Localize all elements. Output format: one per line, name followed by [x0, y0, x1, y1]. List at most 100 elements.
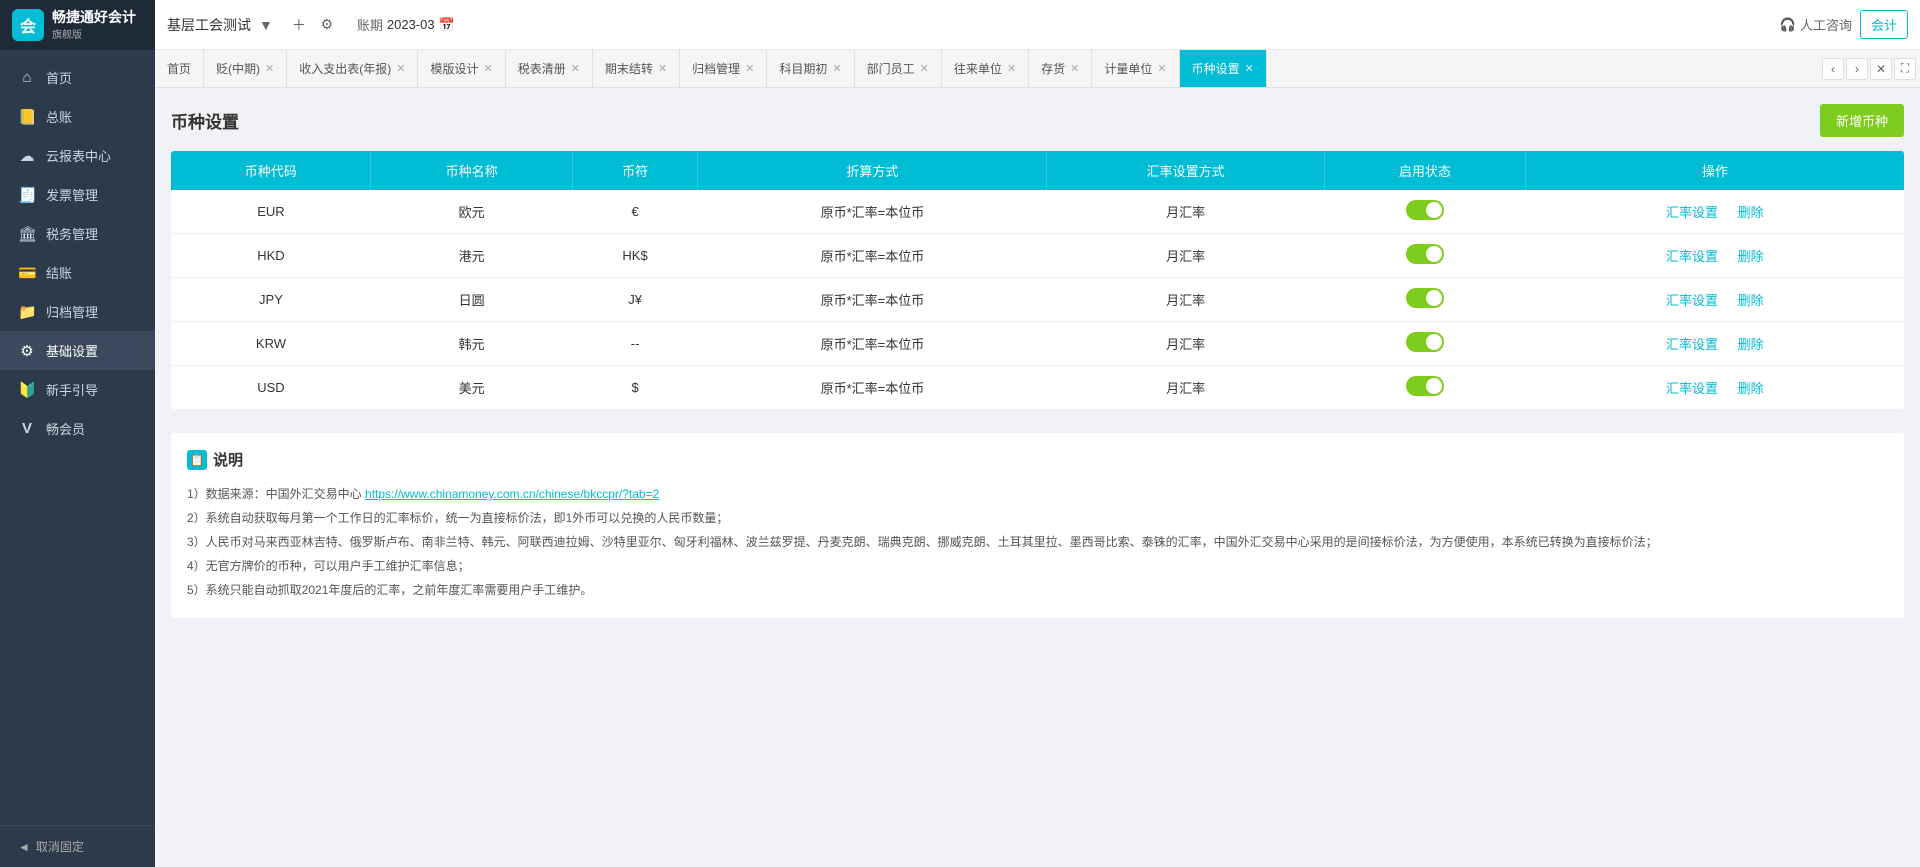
delete-link[interactable]: 删除 — [1738, 293, 1764, 308]
add-project-button[interactable]: ＋ — [287, 13, 311, 37]
notes-item: 4）无官方牌价的币种，可以用户手工维护汇率信息； — [187, 554, 1888, 578]
rate-setting-link[interactable]: 汇率设置 — [1666, 381, 1718, 396]
sidebar-item-invoice[interactable]: 🧾 发票管理 — [0, 175, 155, 214]
guide-icon: 🔰 — [18, 381, 36, 399]
tab-close-icon[interactable]: ✕ — [396, 62, 405, 75]
tab-close-icon[interactable]: ✕ — [265, 62, 274, 75]
status-toggle[interactable] — [1406, 200, 1444, 220]
table-row: KRW 韩元 -- 原币*汇率=本位币 月汇率 汇率设置 删除 — [171, 322, 1904, 366]
notes-item: 2）系统自动获取每月第一个工作日的汇率标价，统一为直接标价法，即1外币可以兑换的… — [187, 506, 1888, 530]
calendar-icon[interactable]: 📅 — [439, 17, 455, 33]
cell-method: 原币*汇率=本位币 — [698, 322, 1047, 366]
rate-setting-link[interactable]: 汇率设置 — [1666, 293, 1718, 308]
rate-setting-link[interactable]: 汇率设置 — [1666, 337, 1718, 352]
cell-rate-method: 月汇率 — [1047, 322, 1324, 366]
tab-close-icon[interactable]: ✕ — [483, 62, 492, 75]
tab-dept[interactable]: 部门员工 ✕ — [855, 50, 942, 87]
toggle-thumb — [1426, 334, 1442, 350]
tab-label: 归档管理 — [692, 60, 740, 77]
cell-name: 欧元 — [371, 190, 572, 234]
tab-close-icon[interactable]: ✕ — [920, 62, 929, 75]
sidebar-item-guide[interactable]: 🔰 新手引导 — [0, 370, 155, 409]
sidebar-item-home[interactable]: ⌂ 首页 — [0, 58, 155, 97]
dropdown-arrow-icon[interactable]: ▼ — [259, 17, 273, 33]
sidebar-item-tax[interactable]: 🏛 税务管理 — [0, 214, 155, 253]
service-button[interactable]: 🎧 人工咨询 — [1780, 15, 1852, 34]
tab-close-icon[interactable]: ✕ — [658, 62, 667, 75]
tab-label: 贬(中期) — [216, 60, 260, 77]
cell-symbol: -- — [572, 322, 698, 366]
tab-close-icon[interactable]: ✕ — [832, 62, 841, 75]
period-value: 2023-03 — [387, 17, 435, 32]
rate-setting-link[interactable]: 汇率设置 — [1666, 205, 1718, 220]
tab-label: 往来单位 — [954, 60, 1002, 77]
pin-icon: ◄ — [18, 840, 30, 854]
tab-units[interactable]: 往来单位 ✕ — [942, 50, 1029, 87]
notes-link[interactable]: https://www.chinamoney.com.cn/chinese/bk… — [365, 487, 659, 501]
cloud-icon: ☁ — [18, 147, 36, 165]
delete-link[interactable]: 删除 — [1738, 205, 1764, 220]
sidebar-item-archive[interactable]: 📁 归档管理 — [0, 292, 155, 331]
tab-close-icon[interactable]: ✕ — [1070, 62, 1079, 75]
sidebar-item-label: 畅会员 — [46, 419, 85, 438]
table-row: USD 美元 $ 原币*汇率=本位币 月汇率 汇率设置 删除 — [171, 366, 1904, 410]
status-toggle[interactable] — [1406, 376, 1444, 396]
tab-label: 收入支出表(年报) — [299, 60, 391, 77]
sidebar-footer-label: 取消固定 — [36, 838, 84, 855]
settings-button[interactable]: ⚙ — [315, 13, 339, 37]
tabs-close-button[interactable]: ✕ — [1870, 58, 1892, 80]
cell-symbol: € — [572, 190, 698, 234]
cell-actions: 汇率设置 删除 — [1526, 322, 1904, 366]
new-currency-button[interactable]: 新增币种 — [1820, 104, 1904, 137]
sidebar-item-ledger[interactable]: 📒 总账 — [0, 97, 155, 136]
tab-close-icon[interactable]: ✕ — [1157, 62, 1166, 75]
tab-close-icon[interactable]: ✕ — [745, 62, 754, 75]
tab-template[interactable]: 模版设计 ✕ — [418, 50, 505, 87]
cell-symbol: $ — [572, 366, 698, 410]
rate-setting-link[interactable]: 汇率设置 — [1666, 249, 1718, 264]
notes-item: 1）数据来源：中国外汇交易中心 https://www.chinamoney.c… — [187, 482, 1888, 506]
tab-currency[interactable]: 币种设置 ✕ — [1180, 50, 1267, 87]
tab-close-icon[interactable]: ✕ — [571, 62, 580, 75]
status-toggle[interactable] — [1406, 288, 1444, 308]
delete-link[interactable]: 删除 — [1738, 249, 1764, 264]
tab-balance[interactable]: 贬(中期) ✕ — [204, 50, 287, 87]
tab-label: 计量单位 — [1104, 60, 1152, 77]
app-logo-icon: 会 — [12, 9, 44, 41]
sidebar-item-checkout[interactable]: 💳 结账 — [0, 253, 155, 292]
sidebar-item-settings[interactable]: ⚙ 基础设置 — [0, 331, 155, 370]
cell-status — [1324, 278, 1525, 322]
status-toggle[interactable] — [1406, 332, 1444, 352]
tab-close-icon[interactable]: ✕ — [1007, 62, 1016, 75]
tab-tax[interactable]: 税表清册 ✕ — [506, 50, 593, 87]
currency-table: 币种代码 币种名称 币符 折算方式 汇率设置方式 启用状态 操作 EUR 欧元 … — [171, 151, 1904, 409]
sidebar-item-member[interactable]: V 畅会员 — [0, 409, 155, 448]
tab-accounts[interactable]: 科目期初 ✕ — [767, 50, 854, 87]
sidebar-item-reports[interactable]: ☁ 云报表中心 — [0, 136, 155, 175]
tabs-prev-button[interactable]: ‹ — [1822, 58, 1844, 80]
ledger-icon: 📒 — [18, 108, 36, 126]
account-button[interactable]: 会计 — [1860, 10, 1908, 39]
tab-label: 币种设置 — [1192, 60, 1240, 77]
delete-link[interactable]: 删除 — [1738, 381, 1764, 396]
tab-period-end[interactable]: 期末结转 ✕ — [593, 50, 680, 87]
delete-link[interactable]: 删除 — [1738, 337, 1764, 352]
tab-income[interactable]: 收入支出表(年报) ✕ — [287, 50, 418, 87]
toggle-thumb — [1426, 378, 1442, 394]
notes-title-text: 说明 — [213, 449, 243, 470]
toggle-thumb — [1426, 202, 1442, 218]
invoice-icon: 🧾 — [18, 186, 36, 204]
tab-stock[interactable]: 存货 ✕ — [1029, 50, 1092, 87]
tabs-next-button[interactable]: › — [1846, 58, 1868, 80]
sidebar-pin-toggle[interactable]: ◄ 取消固定 — [0, 825, 155, 867]
project-selector[interactable]: 基层工会测试 ▼ — [167, 15, 277, 35]
tab-home[interactable]: 首页 — [155, 50, 204, 87]
headset-icon: 🎧 — [1780, 17, 1796, 33]
tab-archive[interactable]: 归档管理 ✕ — [680, 50, 767, 87]
tab-close-icon[interactable]: ✕ — [1245, 62, 1254, 75]
tab-measure[interactable]: 计量单位 ✕ — [1092, 50, 1179, 87]
cell-method: 原币*汇率=本位币 — [698, 234, 1047, 278]
status-toggle[interactable] — [1406, 244, 1444, 264]
tabs-fullscreen-button[interactable]: ⛶ — [1894, 58, 1916, 80]
archive-icon: 📁 — [18, 303, 36, 321]
